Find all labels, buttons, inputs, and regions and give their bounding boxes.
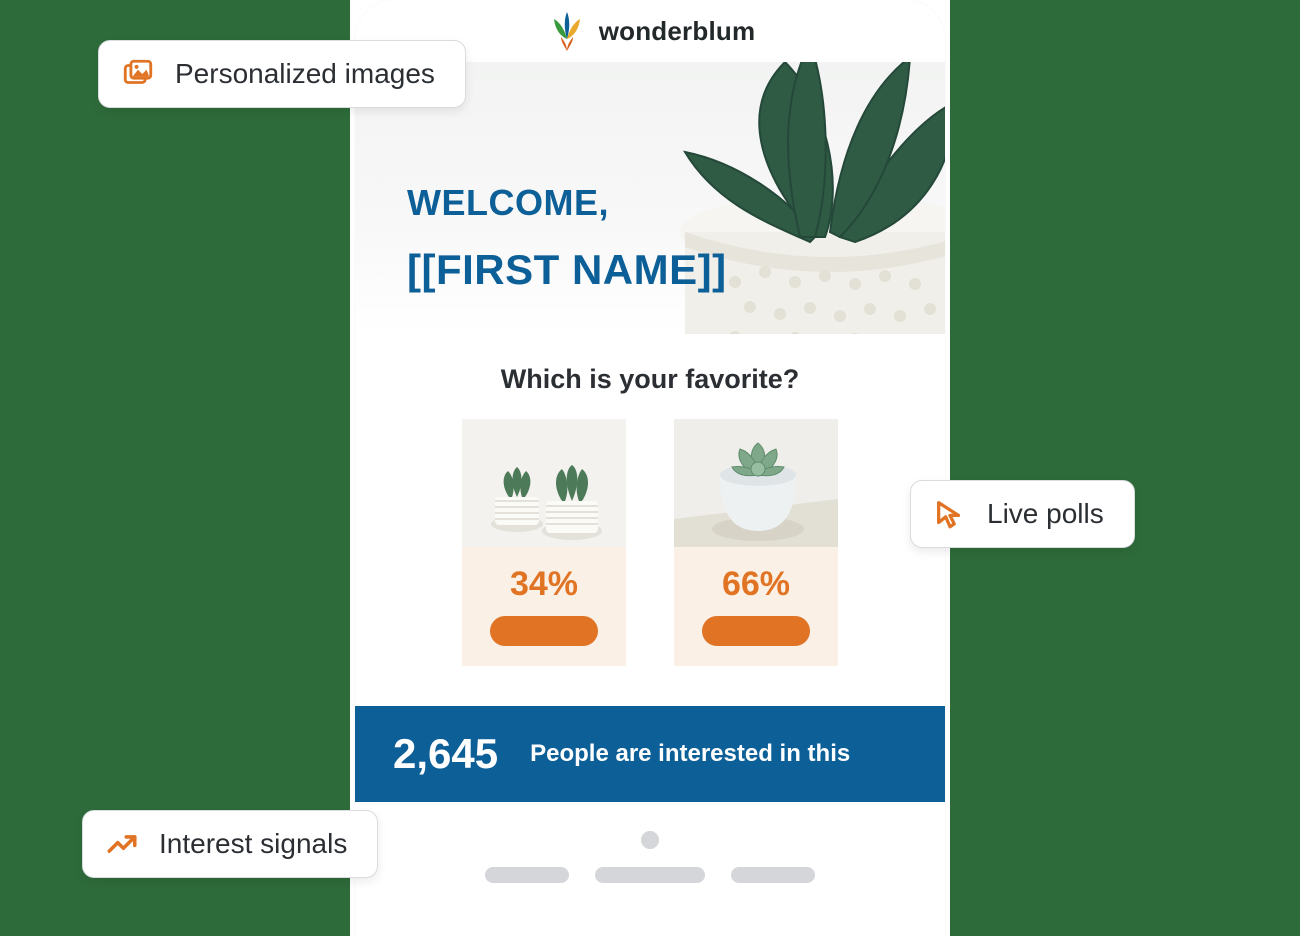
interest-label: People are interested in this bbox=[530, 740, 850, 768]
device-home-indicator bbox=[355, 802, 945, 912]
feature-tag-label: Personalized images bbox=[175, 58, 435, 90]
background-panel-right bbox=[950, 0, 1300, 936]
feature-tag-label: Interest signals bbox=[159, 828, 347, 860]
poll-options: 34% bbox=[395, 419, 905, 666]
feature-tag-personalized-images: Personalized images bbox=[98, 40, 466, 108]
trend-up-icon bbox=[105, 827, 139, 861]
poll-option-2[interactable]: 66% bbox=[674, 419, 838, 666]
poll-option-2-vote-button[interactable] bbox=[702, 616, 810, 646]
poll-option-2-percent: 66% bbox=[722, 565, 790, 604]
background-panel-left bbox=[0, 0, 350, 936]
feature-tag-label: Live polls bbox=[987, 498, 1104, 530]
placeholder-bar bbox=[485, 867, 569, 883]
poll-option-1-thumb bbox=[462, 419, 626, 547]
poll-option-1-percent: 34% bbox=[510, 565, 578, 604]
feature-tag-interest-signals: Interest signals bbox=[82, 810, 378, 878]
email-preview-device: wonderblum bbox=[355, 0, 945, 936]
pagination-dot-icon bbox=[641, 831, 659, 849]
placeholder-bar bbox=[731, 867, 815, 883]
poll-option-1-vote-button[interactable] bbox=[490, 616, 598, 646]
poll-option-1[interactable]: 34% bbox=[462, 419, 626, 666]
poll-question: Which is your favorite? bbox=[395, 364, 905, 395]
interest-banner: 2,645 People are interested in this bbox=[355, 706, 945, 802]
wonderblum-logo-icon bbox=[545, 9, 589, 53]
cursor-click-icon bbox=[933, 497, 967, 531]
brand-name: wonderblum bbox=[599, 16, 756, 47]
feature-tag-live-polls: Live polls bbox=[910, 480, 1135, 548]
placeholder-bar bbox=[595, 867, 705, 883]
hero-welcome-label: WELCOME, bbox=[407, 182, 727, 224]
poll-section: Which is your favorite? bbox=[355, 334, 945, 706]
hero-greeting: WELCOME, [[FIRST NAME]] bbox=[407, 182, 727, 294]
images-icon bbox=[121, 57, 155, 91]
hero-name-placeholder: [[FIRST NAME]] bbox=[407, 246, 727, 294]
interest-count: 2,645 bbox=[393, 730, 498, 778]
poll-option-2-thumb bbox=[674, 419, 838, 547]
